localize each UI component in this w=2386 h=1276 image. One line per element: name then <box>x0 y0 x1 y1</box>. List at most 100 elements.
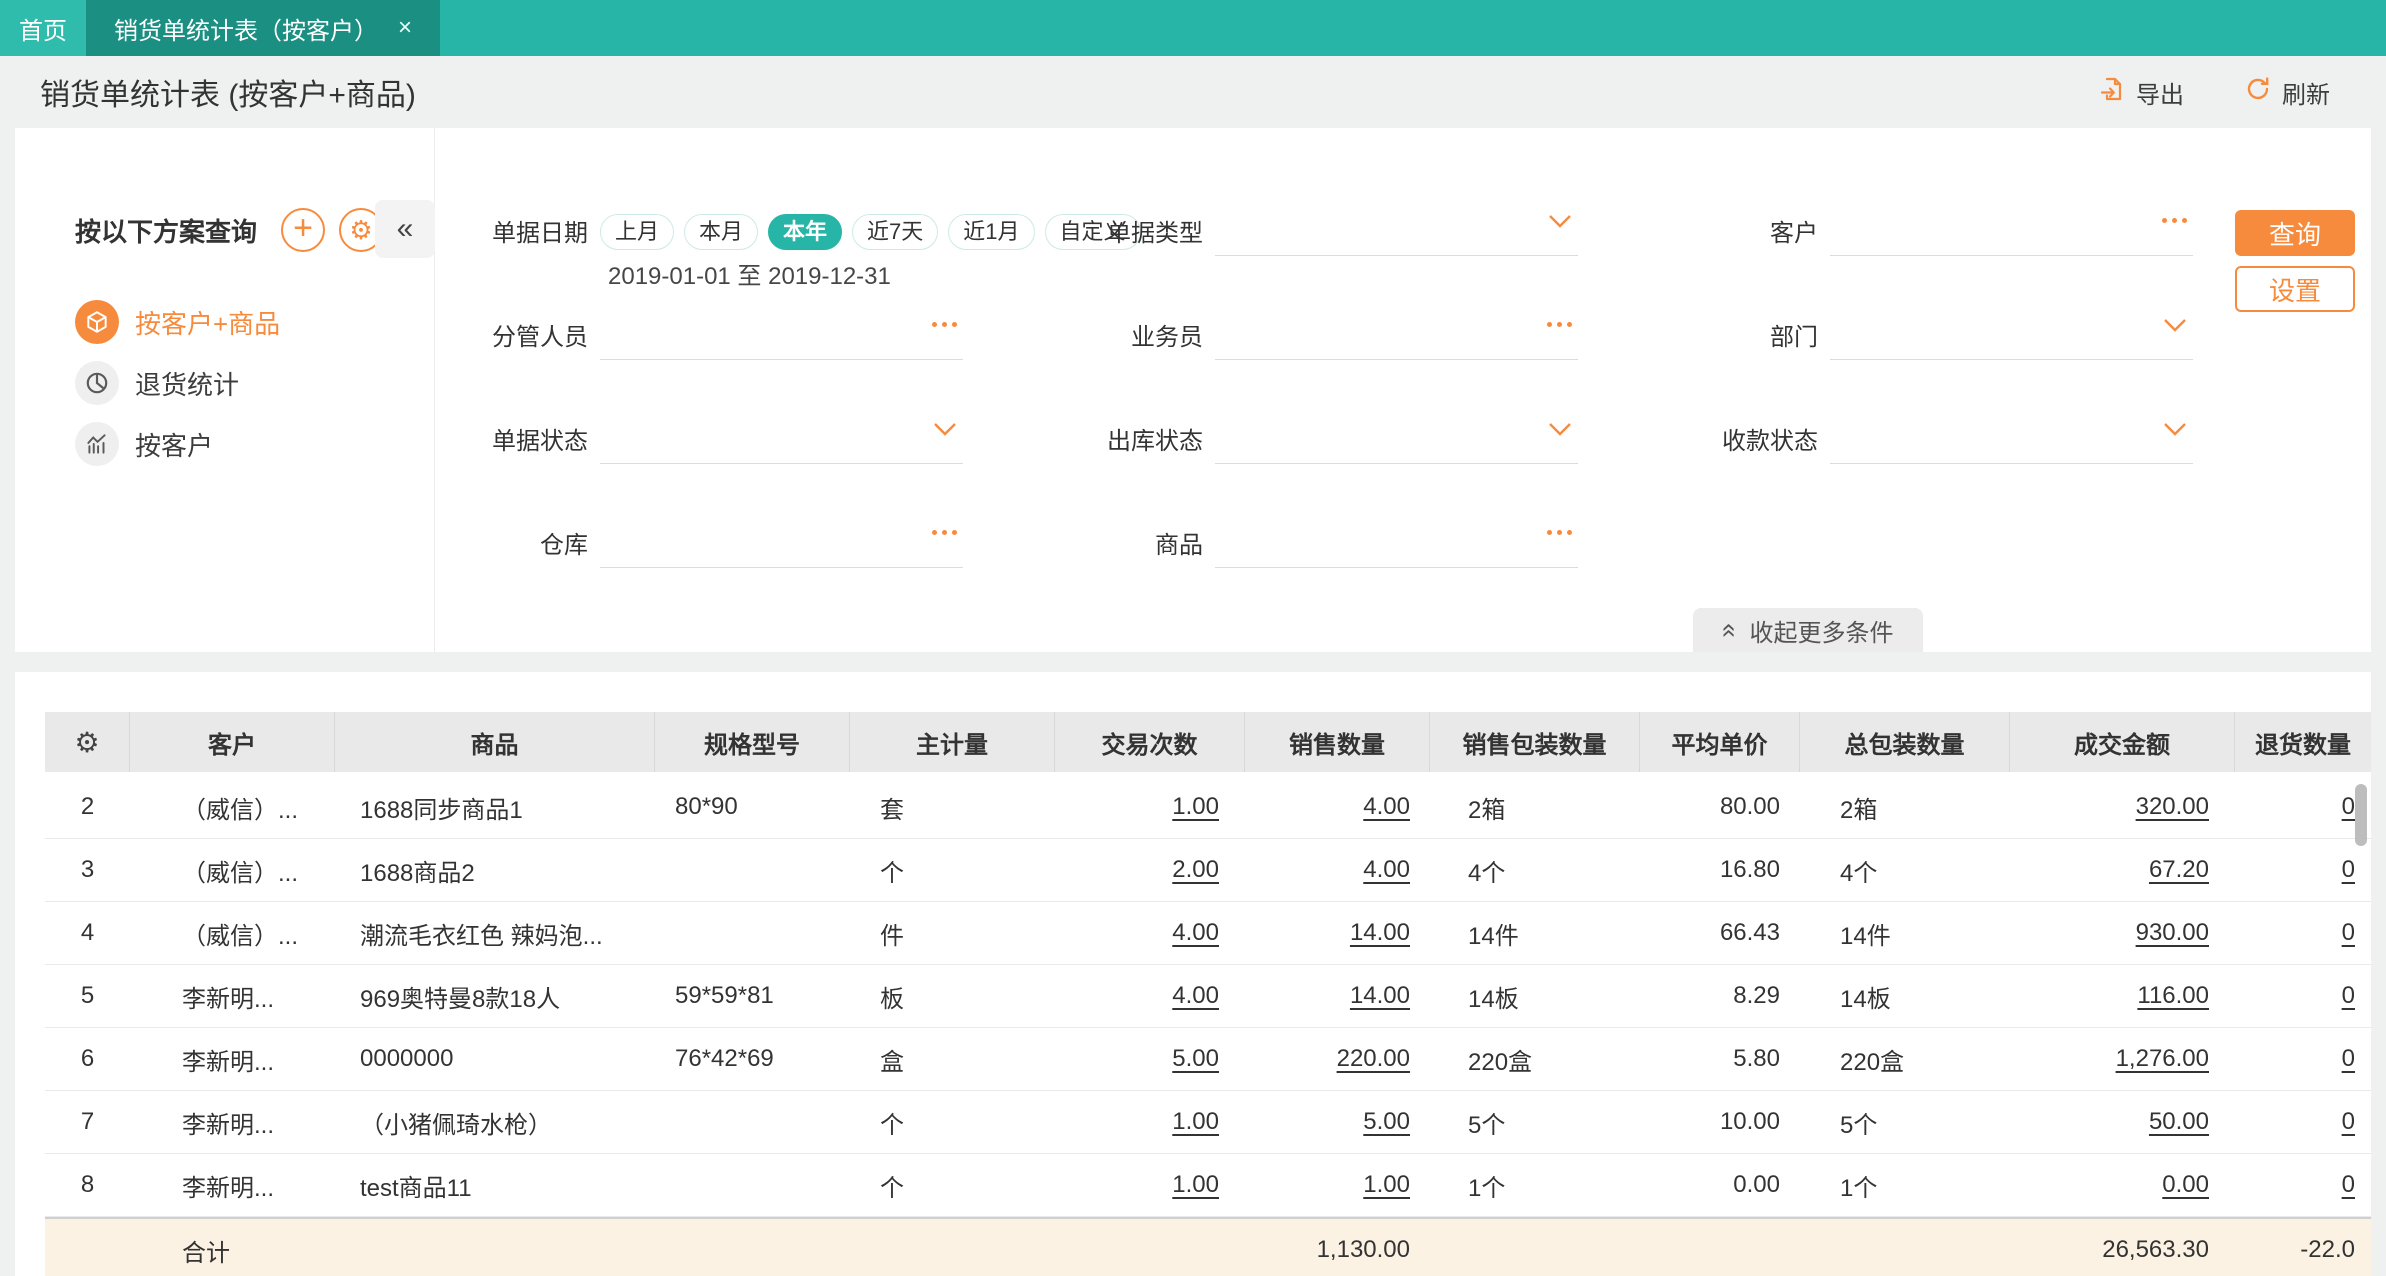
filter-field-收款状态[interactable] <box>1830 420 2193 464</box>
close-icon[interactable]: × <box>398 16 412 40</box>
link-value[interactable]: 50.00 <box>2149 1108 2209 1136</box>
link-value[interactable]: 5.00 <box>1363 1108 1410 1136</box>
link-value[interactable]: 0 <box>2342 982 2355 1010</box>
filter-field-商品[interactable] <box>1215 524 1578 568</box>
filter-field-业务员[interactable] <box>1215 316 1578 360</box>
cell-refund: 0 <box>2235 965 2371 1027</box>
table-settings-icon[interactable]: ⚙ <box>74 726 99 759</box>
link-value[interactable]: 14.00 <box>1350 982 1410 1010</box>
column-header-销售包装数量[interactable]: 销售包装数量 <box>1430 712 1640 772</box>
filter-分管人员: 分管人员 <box>450 316 1065 420</box>
link-value[interactable]: 930.00 <box>2136 919 2209 947</box>
sidebar-item-按客户+商品[interactable]: 按客户+商品 <box>75 300 434 344</box>
date-pill[interactable]: 本月 <box>684 214 759 250</box>
link-value[interactable]: 116.00 <box>2137 982 2209 1010</box>
column-header-交易次数[interactable]: 交易次数 <box>1055 712 1245 772</box>
cell-tx: 5.00 <box>1055 1028 1245 1090</box>
column-header-规格型号[interactable]: 规格型号 <box>655 712 850 772</box>
filter-field-部门[interactable] <box>1830 316 2193 360</box>
ellipsis-icon[interactable] <box>1547 530 1572 535</box>
filter-部门: 部门 <box>1680 316 2295 420</box>
filter-商品: 商品 <box>1065 524 1680 628</box>
filter-field-分管人员[interactable] <box>600 316 963 360</box>
column-header-主计量[interactable]: 主计量 <box>850 712 1055 772</box>
link-value[interactable]: 67.20 <box>2149 856 2209 884</box>
settings-button[interactable]: 设置 <box>2235 266 2355 312</box>
column-header-商品[interactable]: 商品 <box>335 712 655 772</box>
collapse-more-filters[interactable]: « 收起更多条件 <box>1693 608 1924 652</box>
add-scheme-button[interactable]: + <box>281 208 326 252</box>
filter-field-单据状态[interactable] <box>600 420 963 464</box>
link-value[interactable]: 1.00 <box>1172 793 1219 821</box>
cell-refund: -22.0 <box>2300 1236 2355 1263</box>
column-header-销售数量[interactable]: 销售数量 <box>1245 712 1430 772</box>
filter-date: 单据日期 上月 本月 本年 近7天 近1月 自定义 2019-01-01 至 2019-1… <box>450 212 1141 316</box>
link-value[interactable]: 0 <box>2342 919 2355 947</box>
date-pill[interactable]: 上月 <box>600 214 675 250</box>
export-button[interactable]: 导出 <box>2098 75 2184 110</box>
column-header-总包装数量[interactable]: 总包装数量 <box>1800 712 2010 772</box>
ellipsis-icon[interactable] <box>932 322 957 327</box>
chevron-down-icon[interactable] <box>1548 214 1572 233</box>
column-header-平均单价[interactable]: 平均单价 <box>1640 712 1800 772</box>
link-value[interactable]: 0 <box>2342 1171 2355 1199</box>
column-header-退货数量[interactable]: 退货数量 <box>2235 712 2371 772</box>
chevron-down-icon[interactable] <box>933 422 957 441</box>
filter-field-单据类型[interactable] <box>1215 212 1578 256</box>
cell-amount: 0.00 <box>2010 1154 2235 1216</box>
link-value[interactable]: 0 <box>2342 793 2355 821</box>
date-pill[interactable]: 近1月 <box>948 214 1035 250</box>
sidebar-collapse-button[interactable]: « <box>375 200 435 258</box>
cell-spec <box>655 1219 850 1276</box>
column-header-客户[interactable]: 客户 <box>130 712 335 772</box>
date-pill[interactable]: 近7天 <box>852 214 939 250</box>
link-value[interactable]: 220.00 <box>1337 1045 1410 1073</box>
query-button[interactable]: 查询 <box>2235 210 2355 256</box>
cell-spec: 80*90 <box>675 793 738 820</box>
cell-unit: 个 <box>880 1174 904 1202</box>
filter-单据状态: 单据状态 <box>450 420 1065 524</box>
refresh-button[interactable]: 刷新 <box>2244 75 2330 110</box>
link-value[interactable]: 0 <box>2342 1108 2355 1136</box>
link-value[interactable]: 0 <box>2342 1045 2355 1073</box>
sidebar-item-按客户[interactable]: 按客户 <box>75 422 434 466</box>
cell-avg <box>1640 1219 1800 1276</box>
ellipsis-icon[interactable] <box>1547 322 1572 327</box>
link-value[interactable]: 14.00 <box>1350 919 1410 947</box>
link-value[interactable]: 4.00 <box>1363 856 1410 884</box>
chevron-down-icon[interactable] <box>2163 422 2187 441</box>
cell-pkg: 14件 <box>1468 922 1519 950</box>
ellipsis-icon[interactable] <box>2162 218 2187 223</box>
date-range-text[interactable]: 2019-01-01 至 2019-12-31 <box>608 256 891 291</box>
link-value[interactable]: 0.00 <box>2162 1171 2209 1199</box>
link-value[interactable]: 4.00 <box>1363 793 1410 821</box>
chevron-down-icon[interactable] <box>1548 422 1572 441</box>
link-value[interactable]: 2.00 <box>1172 856 1219 884</box>
tab-label: 销货单统计表（按客户） <box>114 17 378 45</box>
cell-unit: 套 <box>880 796 904 824</box>
link-value[interactable]: 4.00 <box>1172 982 1219 1010</box>
link-value[interactable]: 5.00 <box>1172 1045 1219 1073</box>
chevron-down-icon[interactable] <box>2163 318 2187 337</box>
date-pill[interactable]: 本年 <box>768 214 843 250</box>
link-value[interactable]: 1,276.00 <box>2116 1045 2209 1073</box>
cell-product: test商品11 <box>360 1174 472 1202</box>
filter-field-客户[interactable] <box>1830 212 2193 256</box>
filter-field-仓库[interactable] <box>600 524 963 568</box>
filter-field-出库状态[interactable] <box>1215 420 1578 464</box>
link-value[interactable]: 4.00 <box>1172 919 1219 947</box>
link-value[interactable]: 0 <box>2342 856 2355 884</box>
cell-unit: 个 <box>880 859 904 887</box>
vertical-scrollbar-thumb[interactable] <box>2355 784 2367 846</box>
link-value[interactable]: 1.00 <box>1363 1171 1410 1199</box>
tab-sales-report[interactable]: 销货单统计表（按客户） × <box>86 0 441 56</box>
column-header-settings[interactable]: ⚙ <box>45 712 130 772</box>
column-header-成交金额[interactable]: 成交金额 <box>2010 712 2235 772</box>
tab-home[interactable]: 首页 <box>0 0 86 56</box>
link-value[interactable]: 1.00 <box>1172 1108 1219 1136</box>
sidebar-item-退货统计[interactable]: 退货统计 <box>75 361 434 405</box>
link-value[interactable]: 1.00 <box>1172 1171 1219 1199</box>
query-scheme-sidebar: 按以下方案查询 + ⚙ « 按客户+商品 退货统计 按客户 <box>15 128 435 652</box>
ellipsis-icon[interactable] <box>932 530 957 535</box>
link-value[interactable]: 320.00 <box>2136 793 2209 821</box>
